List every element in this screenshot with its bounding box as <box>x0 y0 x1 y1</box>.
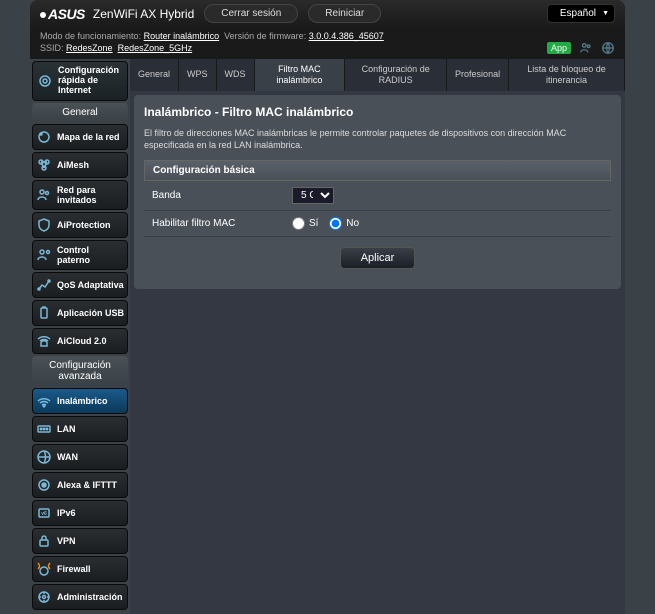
nav-icon <box>36 187 52 203</box>
enable-no-radio[interactable] <box>329 217 342 230</box>
language-select[interactable]: Español <box>547 4 615 23</box>
nav-icon: v6 <box>36 505 52 521</box>
sidebar-item-aicloud-2-0[interactable]: AiCloud 2.0 <box>32 328 128 354</box>
band-label: Banda <box>152 190 292 201</box>
sidebar-item-label: Control paterno <box>57 245 124 265</box>
app-badge[interactable]: App <box>547 42 571 54</box>
enable-row: Habilitar filtro MAC Sí No <box>144 211 611 237</box>
nav-icon <box>36 157 52 173</box>
band-row: Banda 5 GHz <box>144 181 611 211</box>
sidebar-item-firewall[interactable]: Firewall <box>32 556 128 582</box>
sidebar-item-mapa-de-la-red[interactable]: Mapa de la red <box>32 124 128 150</box>
sidebar-item-wan[interactable]: WAN <box>32 444 128 470</box>
sidebar-item-aimesh[interactable]: AiMesh <box>32 152 128 178</box>
tabs: GeneralWPSWDSFiltro MAC inalámbricoConfi… <box>130 59 625 91</box>
sidebar-item-label: Firewall <box>57 564 91 574</box>
sidebar-item-label: Alexa & IFTTT <box>57 480 117 490</box>
globe-icon[interactable] <box>601 41 615 55</box>
panel-desc: El filtro de direcciones MAC inalámbrica… <box>144 127 611 152</box>
ssid1-link[interactable]: RedesZone <box>66 43 113 53</box>
sidebar-item-label: Aplicación USB <box>57 308 124 318</box>
sidebar-item-label: AiMesh <box>57 160 89 170</box>
advanced-header: Configuración avanzada <box>32 356 128 386</box>
no-label: No <box>346 218 359 229</box>
sidebar-item-label: Inalámbrico <box>57 396 108 406</box>
nav-icon <box>36 561 52 577</box>
svg-text:v6: v6 <box>41 511 47 517</box>
logout-button[interactable]: Cerrar sesión <box>204 4 298 23</box>
nav-icon <box>36 129 52 145</box>
tab-filtro-mac-inal-mbrico[interactable]: Filtro MAC inalámbrico <box>255 59 346 91</box>
nav-icon <box>36 333 52 349</box>
sidebar-item-vpn[interactable]: VPN <box>32 528 128 554</box>
tab-profesional[interactable]: Profesional <box>447 59 509 91</box>
sidebar-item-label: LAN <box>57 424 76 434</box>
sidebar-item-label: Administración <box>57 592 123 602</box>
nav-icon <box>36 449 52 465</box>
nav-icon <box>36 533 52 549</box>
section-header: Configuración básica <box>144 160 611 181</box>
content: GeneralWPSWDSFiltro MAC inalámbricoConfi… <box>130 59 625 614</box>
nav-icon <box>36 393 52 409</box>
product-name: ZenWiFi AX Hybrid <box>93 7 194 21</box>
users-icon[interactable] <box>579 41 593 55</box>
sidebar-item-administraci-n[interactable]: Administración <box>32 584 128 610</box>
sidebar-item-label: Mapa de la red <box>57 132 120 142</box>
ssid2-link[interactable]: RedesZone_5GHz <box>118 43 193 53</box>
nav-icon <box>36 247 52 263</box>
sidebar-item-qos-adaptativa[interactable]: QoS Adaptativa <box>32 272 128 298</box>
sidebar-item-label: VPN <box>57 536 76 546</box>
sidebar-item-lan[interactable]: LAN <box>32 416 128 442</box>
sidebar-item-label: AiCloud 2.0 <box>57 336 107 346</box>
panel-title: Inalámbrico - Filtro MAC inalámbrico <box>144 105 611 119</box>
yes-label: Sí <box>309 218 318 229</box>
reboot-button[interactable]: Reiniciar <box>308 4 381 23</box>
sidebar-item-aplicaci-n-usb[interactable]: Aplicación USB <box>32 300 128 326</box>
tab-lista-de-bloqueo-de-itinerancia[interactable]: Lista de bloqueo de itinerancia <box>509 59 625 91</box>
sidebar-item-red-para-invitados[interactable]: Red para invitados <box>32 180 128 210</box>
apply-button[interactable]: Aplicar <box>340 247 416 269</box>
nav-icon <box>36 277 52 293</box>
quick-setup-button[interactable]: Configuraciónrápida de Internet <box>32 61 128 101</box>
sidebar-item-label: WAN <box>57 452 78 462</box>
sidebar-item-ipv6[interactable]: v6 IPv6 <box>32 500 128 526</box>
band-select[interactable]: 5 GHz <box>292 187 334 204</box>
tab-configuraci-n-de-radius[interactable]: Configuración de RADIUS <box>345 59 447 91</box>
nav-icon <box>36 589 52 605</box>
sidebar-item-label: AiProtection <box>57 220 111 230</box>
panel: Inalámbrico - Filtro MAC inalámbrico El … <box>134 95 621 289</box>
asus-logo: ASUS <box>40 6 85 22</box>
sidebar-item-inal-mbrico[interactable]: Inalámbrico <box>32 388 128 414</box>
sidebar-item-label: QoS Adaptativa <box>57 280 124 290</box>
sidebar: Configuraciónrápida de Internet General … <box>30 59 130 614</box>
sidebar-item-alexa-ifttt[interactable]: Alexa & IFTTT <box>32 472 128 498</box>
sidebar-item-control-paterno[interactable]: Control paterno <box>32 240 128 270</box>
topbar: ASUS ZenWiFi AX Hybrid Cerrar sesión Rei… <box>30 0 625 27</box>
general-header: General <box>32 103 128 122</box>
mode-link[interactable]: Router inalámbrico <box>144 31 220 41</box>
nav-icon <box>36 305 52 321</box>
gear-icon <box>37 73 53 89</box>
fw-label: Versión de firmware: <box>224 31 306 41</box>
sidebar-item-label: IPv6 <box>57 508 76 518</box>
enable-yes-radio[interactable] <box>292 217 305 230</box>
fw-link[interactable]: 3.0.0.4.386_45607 <box>309 31 384 41</box>
nav-icon <box>36 477 52 493</box>
tab-wps[interactable]: WPS <box>179 59 217 91</box>
nav-icon <box>36 421 52 437</box>
ssid-label: SSID: <box>40 43 64 53</box>
nav-icon <box>36 217 52 233</box>
tab-general[interactable]: General <box>130 59 179 91</box>
info-bar: Modo de funcionamiento: Router inalámbri… <box>30 27 625 59</box>
tab-wds[interactable]: WDS <box>217 59 255 91</box>
sidebar-item-aiprotection[interactable]: AiProtection <box>32 212 128 238</box>
mode-label: Modo de funcionamiento: <box>40 31 141 41</box>
enable-label: Habilitar filtro MAC <box>152 218 292 229</box>
sidebar-item-label: Red para invitados <box>57 185 124 205</box>
